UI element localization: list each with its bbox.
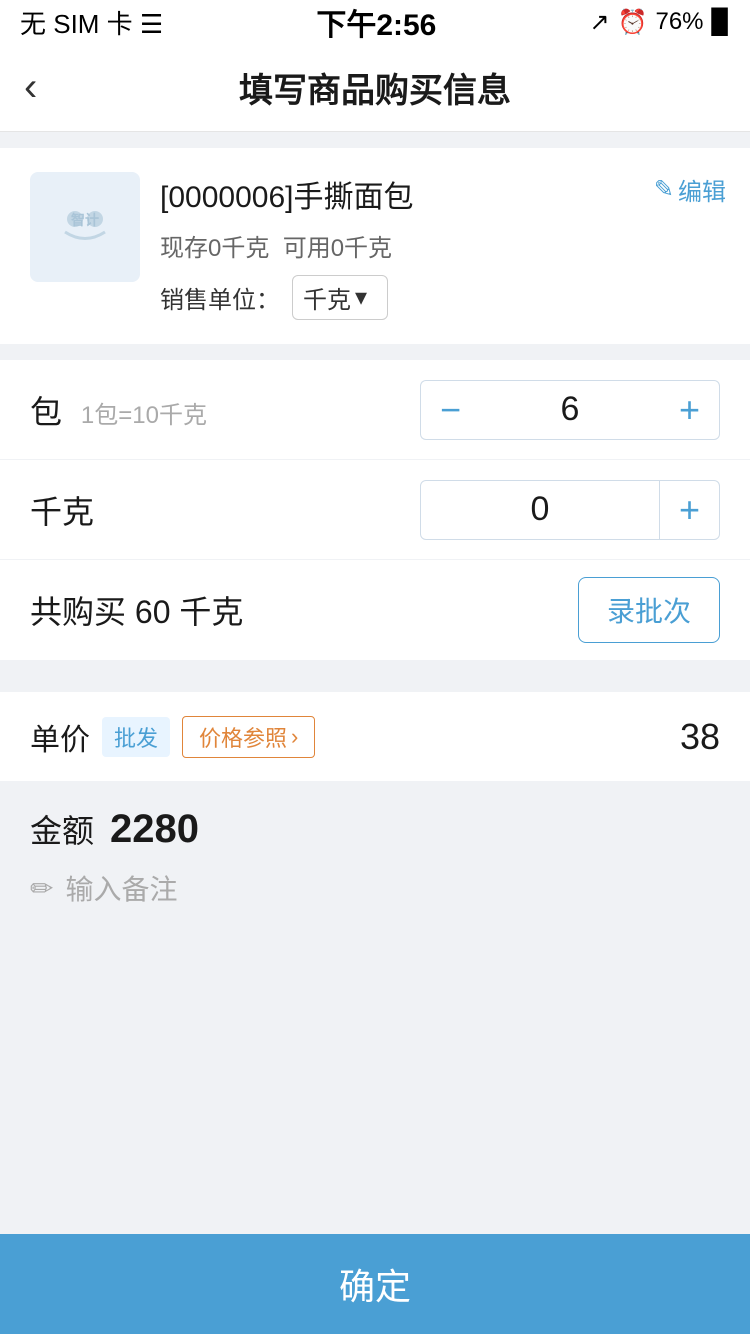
battery-level: 76% (655, 8, 703, 36)
quantity-section: 包 1包=10千克 − + 千克 + (0, 360, 750, 560)
nav-bar: ‹ 填写商品购买信息 (0, 44, 750, 132)
remark-placeholder: 输入备注 (65, 868, 177, 908)
summary-row: 共购买 60 千克 录批次 (0, 560, 750, 660)
product-stock: 现存0千克 可用0千克 (160, 228, 720, 263)
product-unit-row: 销售单位： 千克 ▾ (160, 275, 720, 320)
amount-row: 金额 2280 (30, 806, 720, 852)
price-value: 38 (680, 716, 720, 758)
product-info: [0000006]手撕面包 现存0千克 可用0千克 销售单位： 千克 ▾ (160, 172, 720, 320)
amount-value: 2280 (110, 807, 199, 852)
kg-input-row: 千克 + (0, 460, 750, 560)
summary-text: 共购买 60 千克 (30, 587, 243, 633)
confirm-bar[interactable]: 确定 (0, 1234, 750, 1334)
price-label: 单价 (30, 715, 90, 759)
edit-icon: ✎ (654, 175, 674, 204)
svg-text:智计: 智计 (70, 212, 99, 228)
record-batch-button[interactable]: 录批次 (578, 577, 720, 643)
product-name: [0000006]手撕面包 (160, 172, 720, 216)
dropdown-arrow-icon: ▾ (355, 283, 367, 312)
amount-label: 金额 (30, 806, 94, 852)
amount-section: 金额 2280 ✏ 输入备注 (0, 782, 750, 932)
bag-input-row: 包 1包=10千克 − + (0, 360, 750, 460)
kg-quantity-input[interactable] (420, 480, 660, 540)
bag-label: 包 1包=10千克 (30, 387, 420, 433)
bag-minus-button[interactable]: − (420, 380, 480, 440)
bag-quantity-input[interactable] (480, 380, 660, 440)
divider-1 (0, 344, 750, 360)
battery-icon: ▉ (712, 8, 730, 37)
back-button[interactable]: ‹ (24, 65, 37, 110)
batch-tag: 批发 (102, 717, 170, 757)
pencil-icon: ✏ (30, 872, 53, 905)
status-time: 下午2:56 (316, 0, 436, 44)
edit-button[interactable]: ✎ 编辑 (654, 172, 726, 207)
bag-quantity-control: − + (420, 380, 720, 440)
price-reference-button[interactable]: 价格参照 › (182, 716, 315, 758)
status-bar: 无 SIM 卡 ☰ 下午2:56 ↗ ⏰ 76% ▉ (0, 0, 750, 44)
location-icon: ↗ (589, 8, 609, 37)
remark-row[interactable]: ✏ 输入备注 (30, 868, 720, 908)
divider-2 (0, 660, 750, 676)
unit-dropdown[interactable]: 千克 ▾ (292, 275, 388, 320)
content-filler (0, 932, 750, 1234)
product-image: 智计 (30, 172, 140, 282)
sim-status: 无 SIM 卡 ☰ (20, 4, 163, 41)
price-section: 单价 批发 价格参照 › 38 (0, 692, 750, 782)
kg-plus-button[interactable]: + (660, 480, 720, 540)
unit-label: 销售单位： (160, 280, 280, 315)
reference-arrow-icon: › (291, 724, 298, 750)
status-right: ↗ ⏰ 76% ▉ (589, 8, 730, 37)
kg-quantity-control: + (420, 480, 720, 540)
bag-sublabel: 1包=10千克 (81, 402, 207, 429)
alarm-icon: ⏰ (618, 8, 648, 37)
kg-label: 千克 (30, 487, 420, 533)
product-card: 智计 [0000006]手撕面包 现存0千克 可用0千克 销售单位： 千克 ▾ … (0, 148, 750, 344)
price-row: 单价 批发 价格参照 › 38 (0, 692, 750, 782)
confirm-button-label: 确定 (339, 1258, 411, 1310)
bag-plus-button[interactable]: + (660, 380, 720, 440)
page-title: 填写商品购买信息 (239, 63, 511, 112)
product-logo-icon: 智计 (55, 197, 115, 257)
status-left: 无 SIM 卡 ☰ (20, 4, 163, 41)
